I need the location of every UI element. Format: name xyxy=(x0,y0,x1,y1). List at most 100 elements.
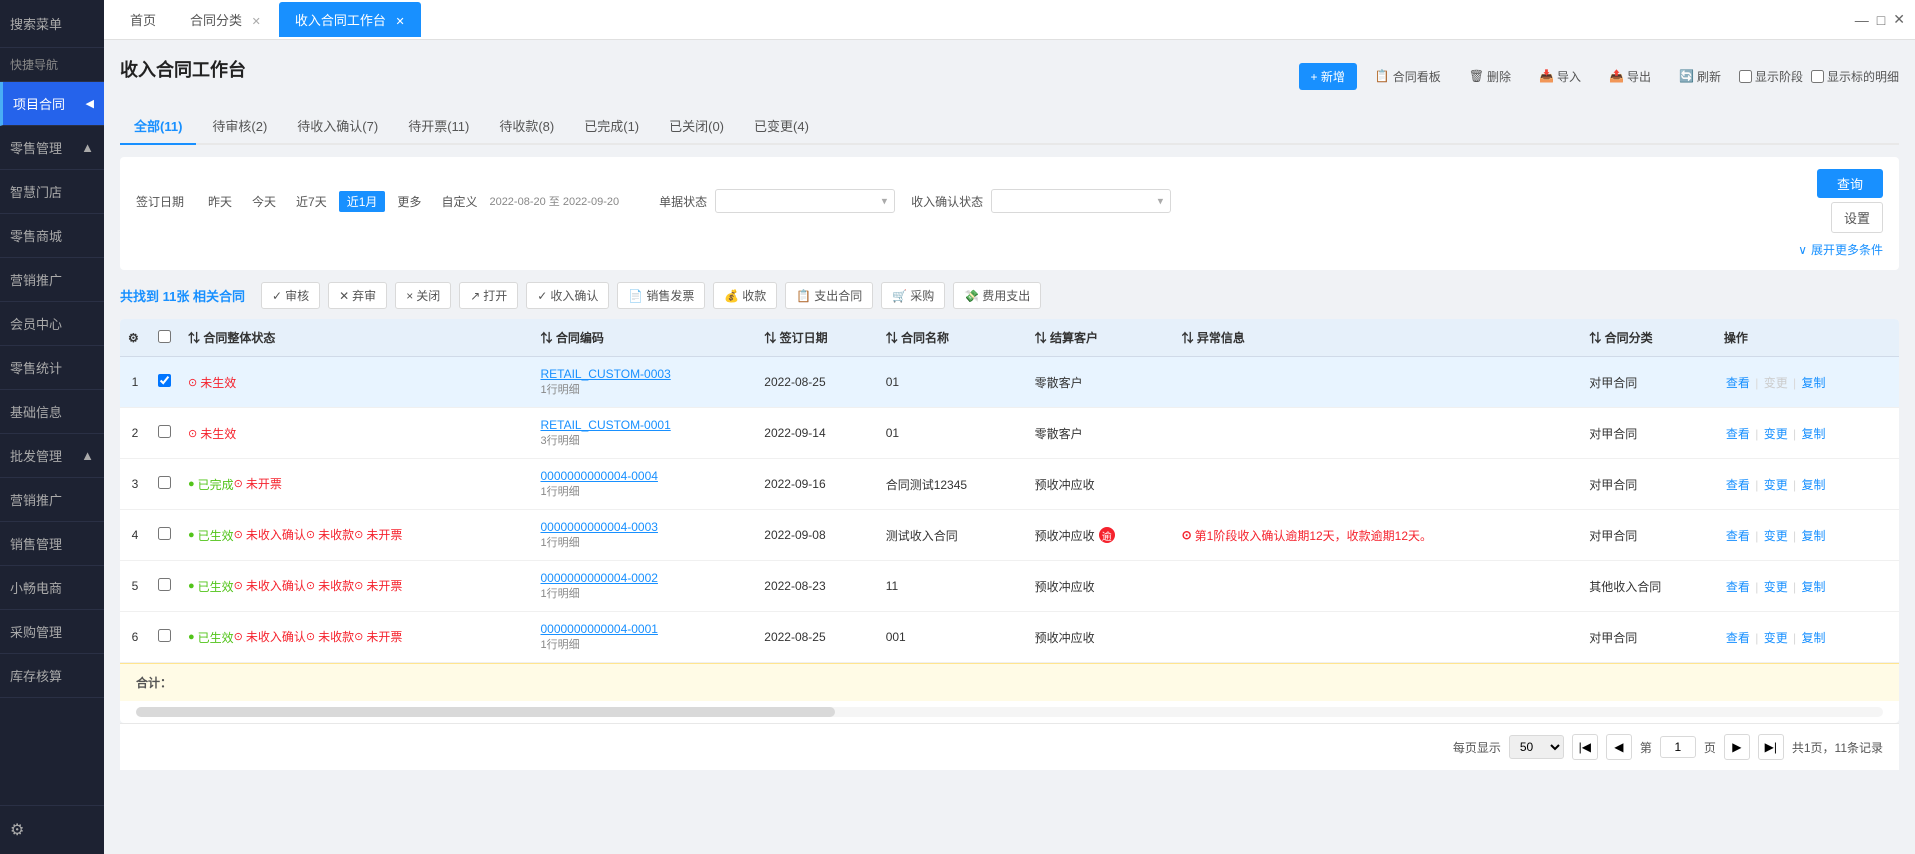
action-income-confirm[interactable]: ✓ 收入确认 xyxy=(526,282,609,309)
first-page-btn[interactable]: |◀ xyxy=(1572,734,1598,760)
add-button[interactable]: + 新增 xyxy=(1299,63,1357,90)
sidebar-gear[interactable]: ⚙ xyxy=(0,805,104,854)
date-custom[interactable]: 自定义 xyxy=(433,191,485,212)
sidebar-item-wholesale[interactable]: 批发管理 ▲ xyxy=(0,434,104,478)
op-btn-变更[interactable]: 变更 xyxy=(1762,578,1790,595)
sidebar-item-marketing2[interactable]: 营销推广 xyxy=(0,478,104,522)
op-btn-变更[interactable]: 变更 xyxy=(1762,425,1790,442)
row-checkbox-cell[interactable] xyxy=(150,408,180,459)
row-checkbox-cell[interactable] xyxy=(150,357,180,408)
op-btn-查看[interactable]: 查看 xyxy=(1724,527,1752,544)
row-checkbox[interactable] xyxy=(158,578,171,591)
action-open[interactable]: ↗ 打开 xyxy=(459,282,518,309)
row-checkbox[interactable] xyxy=(158,425,171,438)
expand-more-button[interactable]: ∨ 展开更多条件 xyxy=(1798,241,1883,258)
status-tab-changed[interactable]: 已变更(4) xyxy=(740,108,823,145)
sidebar-item-member[interactable]: 会员中心 xyxy=(0,302,104,346)
op-btn-复制[interactable]: 复制 xyxy=(1800,476,1828,493)
delete-button[interactable]: 🗑 删除 xyxy=(1459,63,1521,90)
window-minimize-btn[interactable]: — xyxy=(1855,12,1869,28)
row-checkbox-cell[interactable] xyxy=(150,459,180,510)
op-btn-复制[interactable]: 复制 xyxy=(1800,578,1828,595)
sidebar-item-retail[interactable]: 零售管理 ▲ xyxy=(0,126,104,170)
contract-code-link[interactable]: RETAIL_CUSTOM-0001 xyxy=(540,418,748,432)
action-close[interactable]: × 关闭 xyxy=(395,282,451,309)
tab-income-workbench[interactable]: 收入合同工作台 ✕ xyxy=(279,2,421,37)
col-checkbox[interactable] xyxy=(150,319,180,357)
page-input[interactable] xyxy=(1660,736,1696,758)
contract-code-link[interactable]: 0000000000004-0003 xyxy=(540,520,748,534)
status-tab-pending-confirm[interactable]: 待收入确认(7) xyxy=(283,108,392,145)
action-cost-out[interactable]: 💸 费用支出 xyxy=(953,282,1041,309)
sidebar-item-purchase[interactable]: 采购管理 xyxy=(0,610,104,654)
horizontal-scrollbar[interactable] xyxy=(136,707,1883,717)
sidebar-search[interactable]: 搜索菜单 xyxy=(0,0,104,48)
sidebar-item-stats[interactable]: 零售统计 xyxy=(0,346,104,390)
show-stage-checkbox[interactable]: 显示阶段 xyxy=(1739,68,1803,85)
date-today[interactable]: 今天 xyxy=(244,191,284,212)
date-last7[interactable]: 近7天 xyxy=(288,191,335,212)
show-detail-checkbox[interactable]: 显示标的明细 xyxy=(1811,68,1899,85)
sidebar-item-marketing1[interactable]: 营销推广 xyxy=(0,258,104,302)
refresh-button[interactable]: 🔄 刷新 xyxy=(1669,63,1731,90)
op-btn-变更[interactable]: 变更 xyxy=(1762,527,1790,544)
contract-board-button[interactable]: 📋 合同看板 xyxy=(1365,63,1451,90)
window-maximize-btn[interactable]: □ xyxy=(1877,12,1885,28)
op-btn-变更[interactable]: 变更 xyxy=(1762,629,1790,646)
date-more[interactable]: 更多 xyxy=(389,191,429,212)
tab-close-contract-type[interactable]: ✕ xyxy=(252,16,261,28)
sidebar-item-smart[interactable]: 智慧门店 xyxy=(0,170,104,214)
action-review[interactable]: ✓ 审核 xyxy=(261,282,320,309)
action-sales-invoice[interactable]: 📄 销售发票 xyxy=(617,282,705,309)
op-btn-复制[interactable]: 复制 xyxy=(1800,374,1828,391)
row-checkbox[interactable] xyxy=(158,527,171,540)
date-yesterday[interactable]: 昨天 xyxy=(200,191,240,212)
op-btn-复制[interactable]: 复制 xyxy=(1800,629,1828,646)
sidebar-item-stock[interactable]: 库存核算 xyxy=(0,654,104,698)
income-confirm-select[interactable] xyxy=(991,189,1171,213)
export-button[interactable]: 📤 导出 xyxy=(1599,63,1661,90)
row-checkbox[interactable] xyxy=(158,476,171,489)
op-btn-查看[interactable]: 查看 xyxy=(1724,476,1752,493)
select-all-checkbox[interactable] xyxy=(158,330,171,343)
row-checkbox-cell[interactable] xyxy=(150,510,180,561)
status-tab-pending-invoice[interactable]: 待开票(11) xyxy=(394,108,483,145)
sidebar-item-mall[interactable]: 零售商城 xyxy=(0,214,104,258)
page-size-select[interactable]: 50 10 20 100 xyxy=(1509,735,1564,759)
status-tab-completed[interactable]: 已完成(1) xyxy=(570,108,653,145)
contract-code-link[interactable]: 0000000000004-0004 xyxy=(540,469,748,483)
contract-code-link[interactable]: 0000000000004-0001 xyxy=(540,622,748,636)
row-checkbox-cell[interactable] xyxy=(150,612,180,663)
status-tab-all[interactable]: 全部(11) xyxy=(120,108,196,145)
tab-contract-type[interactable]: 合同分类 ✕ xyxy=(174,2,277,37)
prev-page-btn[interactable]: ◀ xyxy=(1606,734,1632,760)
sidebar-item-ecom[interactable]: 小畅电商 xyxy=(0,566,104,610)
last-page-btn[interactable]: ▶| xyxy=(1758,734,1784,760)
filter-settings-button[interactable]: 设置 xyxy=(1831,202,1883,233)
op-btn-复制[interactable]: 复制 xyxy=(1800,425,1828,442)
status-tab-pending-payment[interactable]: 待收款(8) xyxy=(485,108,568,145)
op-btn-变更[interactable]: 变更 xyxy=(1762,476,1790,493)
sidebar-item-base[interactable]: 基础信息 xyxy=(0,390,104,434)
row-checkbox-cell[interactable] xyxy=(150,561,180,612)
contract-code-link[interactable]: 0000000000004-0002 xyxy=(540,571,748,585)
row-checkbox[interactable] xyxy=(158,629,171,642)
status-tab-pending-review[interactable]: 待审核(2) xyxy=(198,108,281,145)
op-btn-复制[interactable]: 复制 xyxy=(1800,527,1828,544)
action-abandon[interactable]: ✕ 弃审 xyxy=(328,282,387,309)
row-checkbox[interactable] xyxy=(158,374,171,387)
scroll-thumb[interactable] xyxy=(136,707,835,717)
next-page-btn[interactable]: ▶ xyxy=(1724,734,1750,760)
col-settings[interactable]: ⚙ xyxy=(120,319,150,357)
doc-status-select[interactable] xyxy=(715,189,895,213)
tab-close-income-workbench[interactable]: ✕ xyxy=(396,16,405,28)
import-button[interactable]: 📥 导入 xyxy=(1529,63,1591,90)
op-btn-查看[interactable]: 查看 xyxy=(1724,629,1752,646)
sidebar-item-salesmgmt[interactable]: 销售管理 xyxy=(0,522,104,566)
action-expense-out[interactable]: 📋 支出合同 xyxy=(785,282,873,309)
contract-code-link[interactable]: RETAIL_CUSTOM-0003 xyxy=(540,367,748,381)
query-button[interactable]: 查询 xyxy=(1817,169,1883,198)
tab-home[interactable]: 首页 xyxy=(114,2,172,37)
op-btn-查看[interactable]: 查看 xyxy=(1724,578,1752,595)
sidebar-item-project[interactable]: 项目合同 ◀ xyxy=(0,82,104,126)
